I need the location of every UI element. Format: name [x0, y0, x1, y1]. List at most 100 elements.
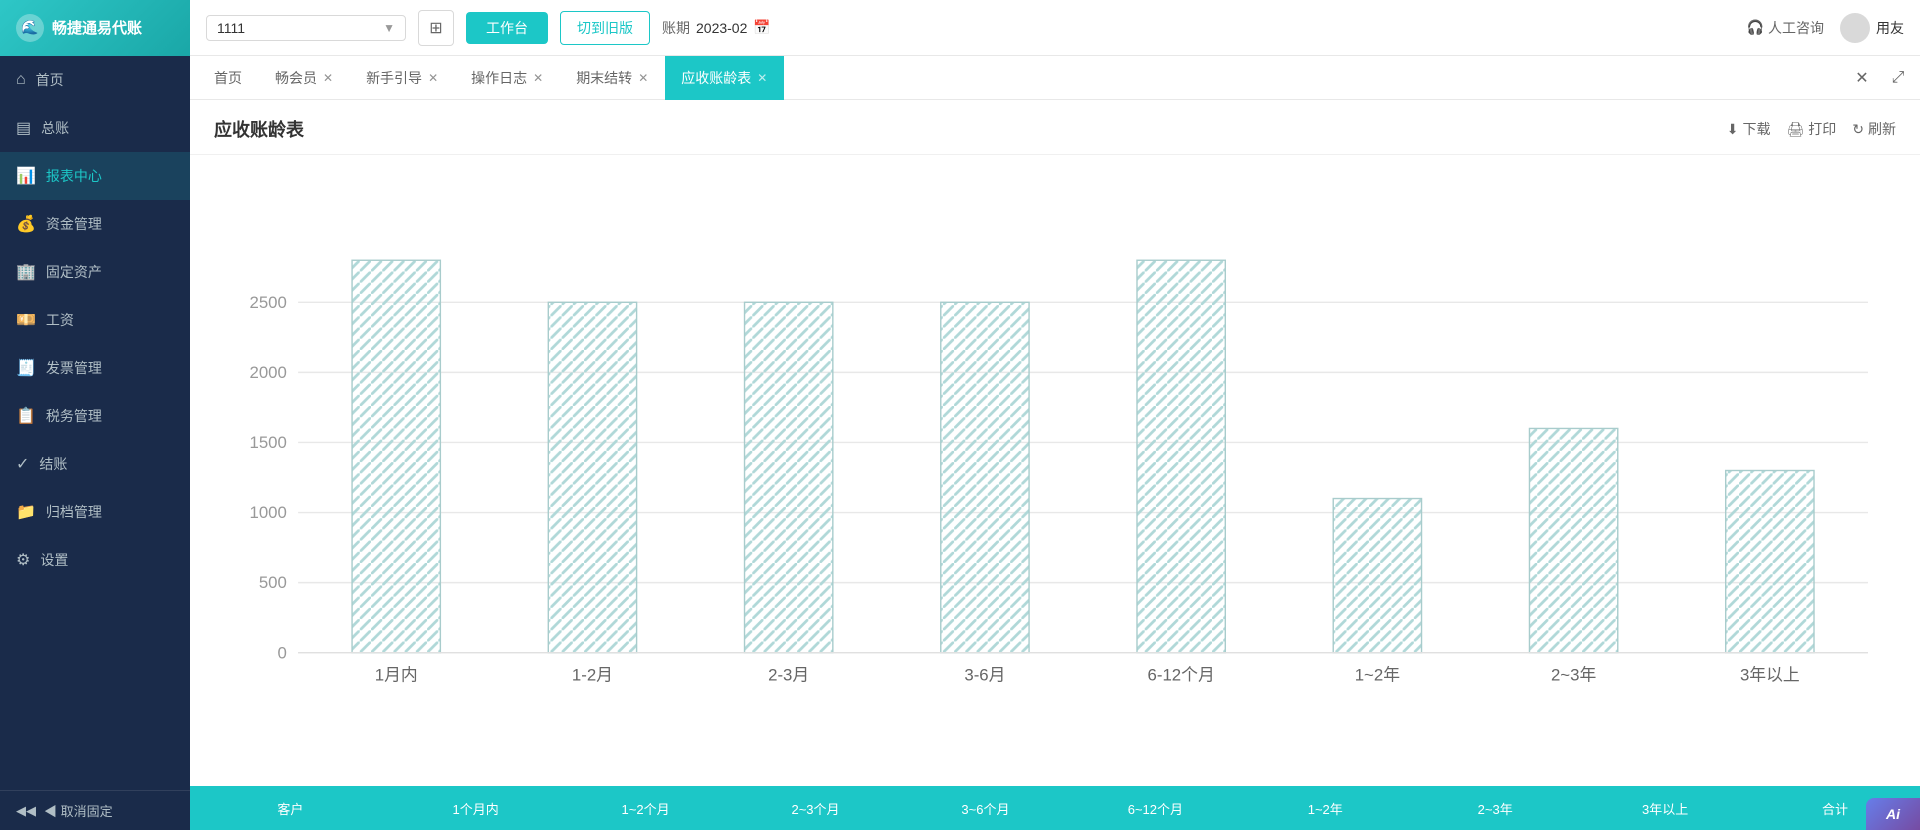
ledger-icon: ▤ — [16, 118, 31, 138]
tab-label: 首页 — [214, 68, 242, 88]
tab-close-oplog[interactable]: ✕ — [533, 71, 543, 85]
checkout-icon: ✓ — [16, 454, 29, 474]
content-area: 首页畅会员✕ 新手引导 ✕ 操作日志 ✕ 期末结转 ✕ 应收账龄表 ✕ ✕ ⤢ 应收账龄表 ⬇ … — [190, 56, 1920, 830]
sidebar-item-funds[interactable]: 💰资金管理 — [0, 200, 190, 248]
sidebar-item-assets[interactable]: 🏢 固定资产 — [0, 248, 190, 296]
svg-text:1000: 1000 — [249, 503, 286, 522]
user-avatar — [1840, 13, 1870, 43]
svg-text:1月内: 1月内 — [375, 666, 418, 685]
assets-icon: 🏢 — [16, 262, 36, 282]
svg-text:2500: 2500 — [249, 293, 286, 312]
sidebar-item-label: 首页 — [36, 70, 64, 90]
sidebar-item-settings[interactable]: ⚙ 设置 — [0, 536, 190, 584]
support-button[interactable]: 🎧 人工咨询 — [1747, 18, 1824, 38]
sidebar-item-tax[interactable]: 📋 税务管理 — [0, 392, 190, 440]
tab-aging[interactable]: 应收账龄表 ✕ — [665, 56, 784, 100]
company-selector[interactable]: 1111 ▼ — [206, 15, 406, 41]
page-header: 应收账龄表 ⬇ 下载 🖨 打印 ↻ 刷新 — [190, 100, 1920, 155]
svg-text:1-2月: 1-2月 — [572, 666, 613, 685]
table-header-0: 客户 — [190, 799, 391, 818]
sidebar-item-label: 设置 — [40, 550, 68, 570]
header: 🌊 畅捷通易代账 1111 ▼ ⊞ 工作台 切到旧版 账期 2023-02 📅 … — [0, 0, 1920, 56]
calendar-icon[interactable]: 📅 — [753, 19, 770, 36]
tabs-actions: ✕ ⤢ — [1848, 64, 1912, 92]
salary-icon: 💴 — [16, 310, 36, 330]
sidebar-item-invoice[interactable]: 🧾发票管理 — [0, 344, 190, 392]
ai-badge[interactable]: Ai — [1866, 798, 1920, 830]
workbench-button[interactable]: 工作台 — [466, 12, 548, 44]
close-tab-button[interactable]: ✕ — [1848, 64, 1876, 92]
expand-tab-button[interactable]: ⤢ — [1884, 64, 1912, 92]
header-center: 1111 ▼ ⊞ 工作台 切到旧版 账期 2023-02 📅 — [190, 10, 1747, 46]
page-title: 应收账龄表 — [214, 116, 304, 142]
headset-icon: 🎧 — [1747, 19, 1764, 36]
period-label: 账期 — [662, 18, 690, 38]
svg-text:1~2年: 1~2年 — [1355, 666, 1401, 685]
tab-period-end[interactable]: 期末结转 ✕ — [560, 56, 665, 100]
download-icon: ⬇ — [1727, 121, 1739, 138]
tab-oplog[interactable]: 操作日志 ✕ — [455, 56, 560, 100]
sidebar-footer-label: ◀ 取消固定 — [44, 801, 113, 820]
pin-icon: ◀◀ — [16, 803, 36, 819]
user-name: 用友 — [1876, 18, 1904, 38]
tab-close-member[interactable]: ✕ — [323, 71, 333, 85]
support-label: 人工咨询 — [1768, 18, 1824, 38]
dropdown-icon: ▼ — [383, 21, 395, 35]
sidebar-item-checkout[interactable]: ✓结账 — [0, 440, 190, 488]
tab-home[interactable]: 首页 — [198, 56, 259, 100]
app-name: 畅捷通易代账 — [52, 17, 142, 38]
table-header-3: 2~3个月 — [731, 799, 901, 818]
sidebar-item-reports[interactable]: 📊 报表中心 — [0, 152, 190, 200]
table-header-2: 1~2个月 — [561, 799, 731, 818]
tab-label: 新手引导 — [366, 68, 422, 88]
chart-container: 050010001500200025001月内1-2月2-3月3-6月6-12个… — [190, 155, 1920, 786]
sidebar-scroll: ⌂ 首页 ▤总账 📊 报表中心 💰资金管理 🏢 固定资产 💴 工资 🧾发票管理 📋 税务管理 ✓结账📁归档… — [0, 56, 190, 790]
svg-text:3-6月: 3-6月 — [964, 666, 1005, 685]
sidebar-item-home[interactable]: ⌂ 首页 — [0, 56, 190, 104]
sidebar-item-salary[interactable]: 💴 工资 — [0, 296, 190, 344]
tab-label: 操作日志 — [471, 68, 527, 88]
svg-text:6-12个月: 6-12个月 — [1148, 666, 1215, 685]
tab-close-aging[interactable]: ✕ — [757, 71, 767, 85]
sidebar: ⌂ 首页 ▤总账 📊 报表中心 💰资金管理 🏢 固定资产 💴 工资 🧾发票管理 📋 税务管理 ✓结账📁归档… — [0, 56, 190, 830]
funds-icon: 💰 — [16, 214, 36, 234]
tab-close-period-end[interactable]: ✕ — [638, 71, 648, 85]
table-header-8: 3年以上 — [1580, 799, 1750, 818]
table-header-6: 1~2年 — [1240, 799, 1410, 818]
old-version-button[interactable]: 切到旧版 — [560, 11, 650, 45]
table-header-4: 3~6个月 — [900, 799, 1070, 818]
user-area[interactable]: 用友 — [1840, 13, 1904, 43]
svg-text:3年以上: 3年以上 — [1740, 666, 1800, 685]
tax-icon: 📋 — [16, 406, 36, 426]
tab-label: 期末结转 — [576, 68, 632, 88]
sidebar-item-label: 报表中心 — [46, 166, 102, 186]
home-icon: ⌂ — [16, 71, 26, 89]
sidebar-item-label: 税务管理 — [46, 406, 102, 426]
svg-text:500: 500 — [259, 573, 287, 592]
sidebar-item-label: 工资 — [46, 310, 74, 330]
tab-close-guide[interactable]: ✕ — [428, 71, 438, 85]
svg-text:1500: 1500 — [249, 433, 286, 452]
svg-text:2~3年: 2~3年 — [1551, 666, 1597, 685]
main-layout: ⌂ 首页 ▤总账 📊 报表中心 💰资金管理 🏢 固定资产 💴 工资 🧾发票管理 📋 税务管理 ✓结账📁归档… — [0, 56, 1920, 830]
print-icon: 🖨 — [1786, 121, 1804, 138]
tab-label: 应收账龄表 — [681, 68, 751, 88]
page-actions: ⬇ 下载 🖨 打印 ↻ 刷新 — [1727, 119, 1896, 139]
sidebar-item-ledger[interactable]: ▤总账 — [0, 104, 190, 152]
company-name: 1111 — [217, 20, 375, 36]
tab-guide[interactable]: 新手引导 ✕ — [350, 56, 455, 100]
download-button[interactable]: ⬇ 下载 — [1727, 119, 1771, 139]
settings-icon: ⚙ — [16, 550, 30, 570]
period-value: 2023-02 — [696, 20, 747, 36]
refresh-button[interactable]: ↻ 刷新 — [1852, 119, 1896, 139]
period-area: 账期 2023-02 📅 — [662, 18, 771, 38]
sidebar-item-archive[interactable]: 📁归档管理 — [0, 488, 190, 536]
print-button[interactable]: 🖨 打印 — [1786, 119, 1836, 139]
page-content: 应收账龄表 ⬇ 下载 🖨 打印 ↻ 刷新 — [190, 100, 1920, 830]
tab-member[interactable]: 畅会员✕ — [259, 56, 350, 100]
reports-icon: 📊 — [16, 166, 36, 186]
sidebar-item-label: 固定资产 — [46, 262, 102, 282]
bar-chart: 050010001500200025001月内1-2月2-3月3-6月6-12个… — [214, 171, 1896, 770]
copy-button[interactable]: ⊞ — [418, 10, 454, 46]
sidebar-footer[interactable]: ◀◀ ◀ 取消固定 — [0, 790, 190, 830]
